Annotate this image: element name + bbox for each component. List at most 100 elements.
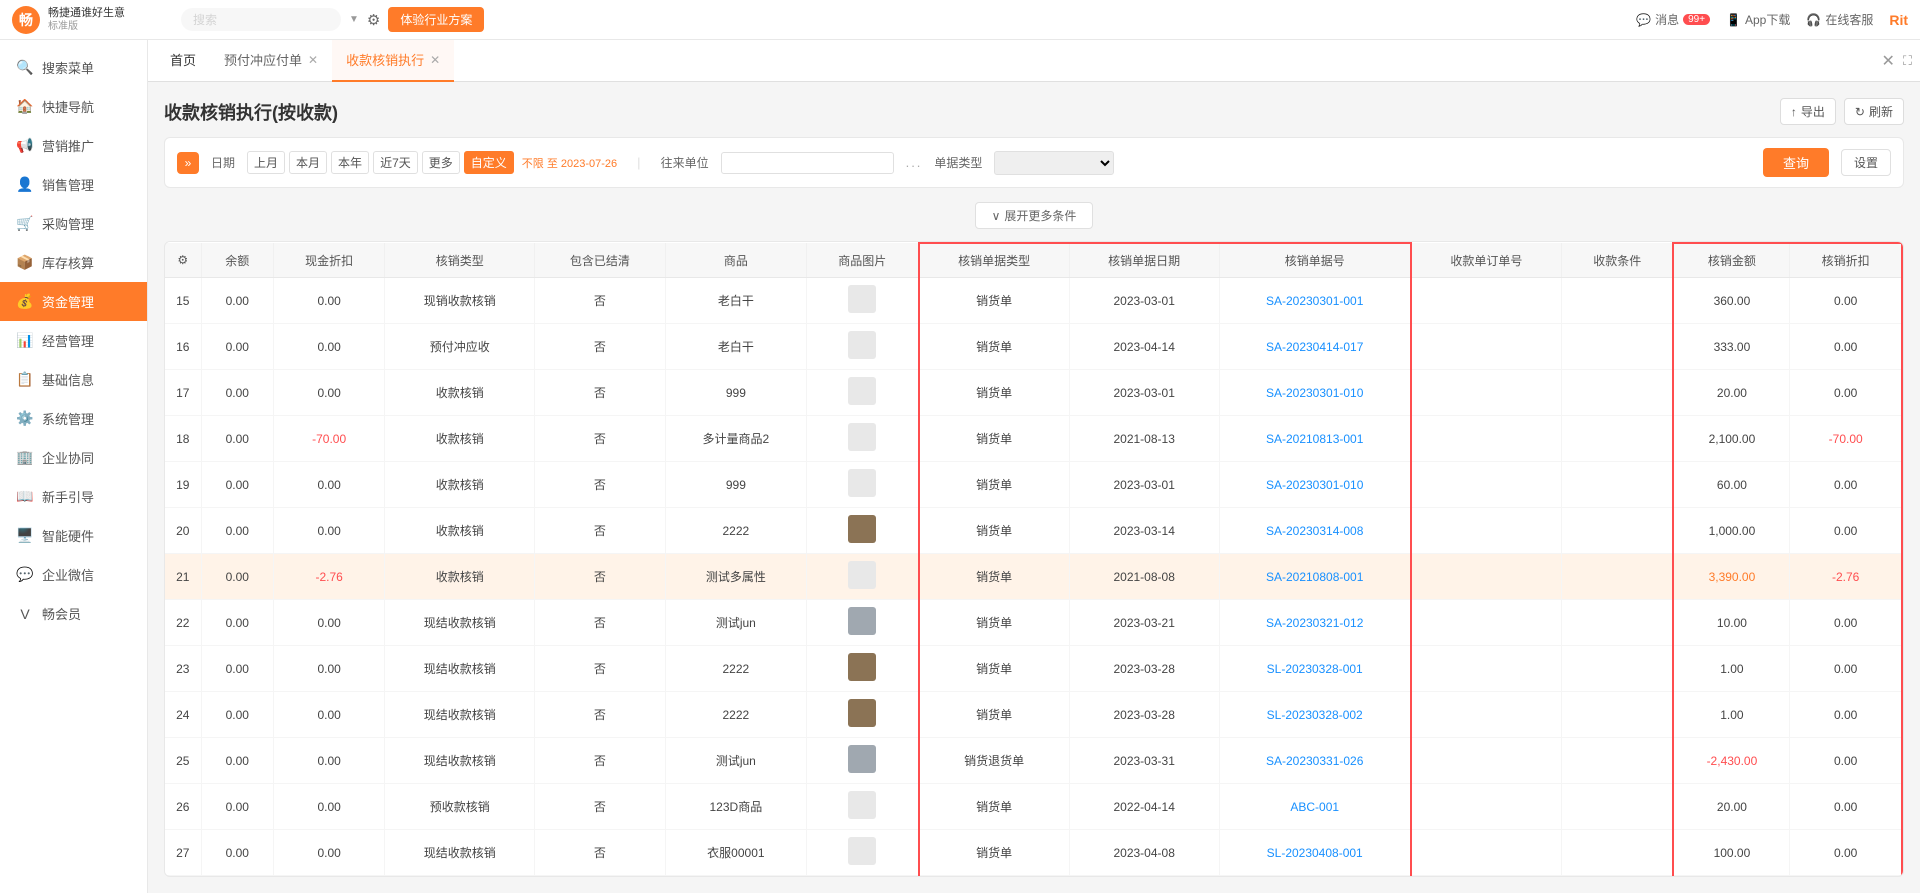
page-title: 收款核销执行(按收款)	[164, 99, 338, 125]
window-expand-icon[interactable]: ⛶	[1903, 53, 1912, 69]
bill-no-link[interactable]: SA-20230314-008	[1266, 524, 1363, 538]
table-header: ⚙ 余额 现金折扣 核销类型 包含已结清 商品 商品图片 核销单据类型 核销单据…	[165, 243, 1902, 278]
top-search-input[interactable]: 搜索	[181, 8, 341, 31]
guide-icon: 📖	[16, 488, 34, 506]
sidebar-item-system[interactable]: ⚙️ 系统管理	[0, 399, 147, 438]
cell-cancel-type: 收款核销	[385, 508, 535, 554]
cell-cancel-discount: 0.00	[1790, 600, 1902, 646]
bill-no-link[interactable]: SA-20230331-026	[1266, 754, 1363, 768]
cell-cash-discount: 0.00	[274, 462, 385, 508]
cell-cash-discount: 0.00	[274, 830, 385, 876]
bill-no-link[interactable]: SA-20230414-017	[1266, 340, 1363, 354]
counterpart-input[interactable]	[721, 152, 894, 174]
cell-cancel-amount: 10.00	[1673, 600, 1789, 646]
sidebar-item-inventory[interactable]: 📦 库存核算	[0, 243, 147, 282]
cell-cancel-type: 现结收款核销	[385, 600, 535, 646]
expand-button[interactable]: »	[177, 152, 199, 174]
inventory-icon: 📦	[16, 254, 34, 272]
cell-goods-img	[807, 324, 919, 370]
cell-goods: 2222	[665, 876, 806, 878]
logo-icon: 畅	[12, 6, 40, 34]
filter-settings-button[interactable]: 设置	[1841, 149, 1891, 176]
tab-home[interactable]: 首页	[156, 40, 210, 82]
window-close-icon[interactable]: ✕	[1881, 51, 1894, 71]
sidebar-item-member[interactable]: V 畅会员	[0, 594, 147, 633]
date-7days[interactable]: 近7天	[373, 151, 418, 174]
cell-cancel-bill-type: 销货单	[919, 554, 1070, 600]
date-this-year[interactable]: 本年	[331, 151, 369, 174]
cell-goods: 2222	[665, 692, 806, 738]
sidebar-item-quick-nav[interactable]: 🏠 快捷导航	[0, 87, 147, 126]
date-custom[interactable]: 自定义	[464, 151, 514, 174]
col-settings[interactable]: ⚙	[165, 243, 201, 278]
search-dropdown-icon[interactable]: ▼	[349, 14, 359, 25]
cell-cancel-bill-no: SA-20230301-001	[1219, 278, 1411, 324]
sidebar-item-hardware[interactable]: 🖥️ 智能硬件	[0, 516, 147, 555]
cell-receipt-order-no	[1411, 692, 1562, 738]
cell-receipt-condition	[1561, 784, 1673, 830]
user-label[interactable]: Rit	[1889, 12, 1908, 28]
sidebar-item-label: 库存核算	[42, 253, 94, 272]
table-row: 19 0.00 0.00 收款核销 否 999 销货单 2023-03-01 S…	[165, 462, 1902, 508]
sidebar-item-sales[interactable]: 👤 销售管理	[0, 165, 147, 204]
export-button[interactable]: ↑ 导出	[1780, 98, 1836, 125]
sidebar-item-guide[interactable]: 📖 新手引导	[0, 477, 147, 516]
cell-cancel-bill-date: 2023-04-08	[1069, 830, 1219, 876]
cell-cancel-discount: 0.00	[1790, 370, 1902, 416]
settings-icon[interactable]: ⚙	[367, 11, 380, 29]
cell-include-settled: 否	[535, 692, 666, 738]
bill-no-link[interactable]: ABC-001	[1290, 800, 1339, 814]
date-more[interactable]: 更多	[422, 151, 460, 174]
bill-no-link[interactable]: SL-20230408-001	[1267, 846, 1363, 860]
bill-no-link[interactable]: SL-20230328-002	[1267, 708, 1363, 722]
sidebar-item-finance[interactable]: 💰 资金管理	[0, 282, 147, 321]
cell-no: 20	[165, 508, 201, 554]
tab-collection-close[interactable]: ✕	[430, 53, 440, 67]
date-last-month[interactable]: 上月	[247, 151, 285, 174]
message-area[interactable]: 💬 消息 99+	[1636, 11, 1710, 28]
cell-cash-discount: 0.00	[274, 692, 385, 738]
cell-cancel-bill-type: 销货单	[919, 508, 1070, 554]
table-row: 22 0.00 0.00 现结收款核销 否 测试jun 销货单 2023-03-…	[165, 600, 1902, 646]
col-receipt-condition: 收款条件	[1561, 243, 1673, 278]
tab-prepay-close[interactable]: ✕	[308, 53, 318, 67]
cell-cancel-bill-type: 销货单	[919, 600, 1070, 646]
sidebar-item-marketing[interactable]: 📢 营销推广	[0, 126, 147, 165]
sidebar-item-business[interactable]: 📊 经营管理	[0, 321, 147, 360]
sidebar-item-company[interactable]: 🏢 企业协同	[0, 438, 147, 477]
query-button[interactable]: 查询	[1763, 148, 1829, 177]
sidebar-item-purchase[interactable]: 🛒 采购管理	[0, 204, 147, 243]
sidebar-item-label: 经营管理	[42, 331, 94, 350]
bill-no-link[interactable]: SA-20230321-012	[1266, 616, 1363, 630]
solution-btn[interactable]: 体验行业方案	[388, 7, 484, 32]
cell-goods-img	[807, 784, 919, 830]
table-row: 24 0.00 0.00 现结收款核销 否 2222 销货单 2023-03-2…	[165, 692, 1902, 738]
bill-no-link[interactable]: SA-20210813-001	[1266, 432, 1363, 446]
cell-cash-discount: 0.00	[274, 876, 385, 878]
bill-no-link[interactable]: SA-20230301-010	[1266, 478, 1363, 492]
message-badge: 99+	[1683, 14, 1710, 25]
expand-more-btn[interactable]: ∨ 展开更多条件	[975, 202, 1094, 229]
tab-collection[interactable]: 收款核销执行 ✕	[332, 40, 454, 82]
cell-cancel-bill-no: SL-20230408-001	[1219, 830, 1411, 876]
app-download[interactable]: 📱 App下载	[1726, 11, 1790, 28]
refresh-button[interactable]: ↻ 刷新	[1844, 98, 1904, 125]
sidebar-item-basic[interactable]: 📋 基础信息	[0, 360, 147, 399]
cell-cancel-type: 收款核销	[385, 462, 535, 508]
tab-bar: 首页 预付冲应付单 ✕ 收款核销执行 ✕ ✕ ⛶	[148, 40, 1920, 82]
tab-prepay[interactable]: 预付冲应付单 ✕	[210, 40, 332, 82]
sidebar-item-wechat[interactable]: 💬 企业微信	[0, 555, 147, 594]
sidebar-item-search[interactable]: 🔍 搜索菜单	[0, 48, 147, 87]
bill-no-link[interactable]: SL-20230328-001	[1267, 662, 1363, 676]
bill-no-link[interactable]: SA-20210808-001	[1266, 570, 1363, 584]
receipt-type-select[interactable]	[994, 151, 1114, 175]
bill-no-link[interactable]: SA-20230301-001	[1266, 294, 1363, 308]
cell-cancel-amount: 1.00	[1673, 692, 1789, 738]
bill-no-link[interactable]: SA-20230301-010	[1266, 386, 1363, 400]
cell-goods: 多计量商品2	[665, 416, 806, 462]
date-this-month[interactable]: 本月	[289, 151, 327, 174]
cell-no: 24	[165, 692, 201, 738]
cell-no: 16	[165, 324, 201, 370]
online-service[interactable]: 🎧 在线客服	[1806, 11, 1873, 28]
table-row: 17 0.00 0.00 收款核销 否 999 销货单 2023-03-01 S…	[165, 370, 1902, 416]
